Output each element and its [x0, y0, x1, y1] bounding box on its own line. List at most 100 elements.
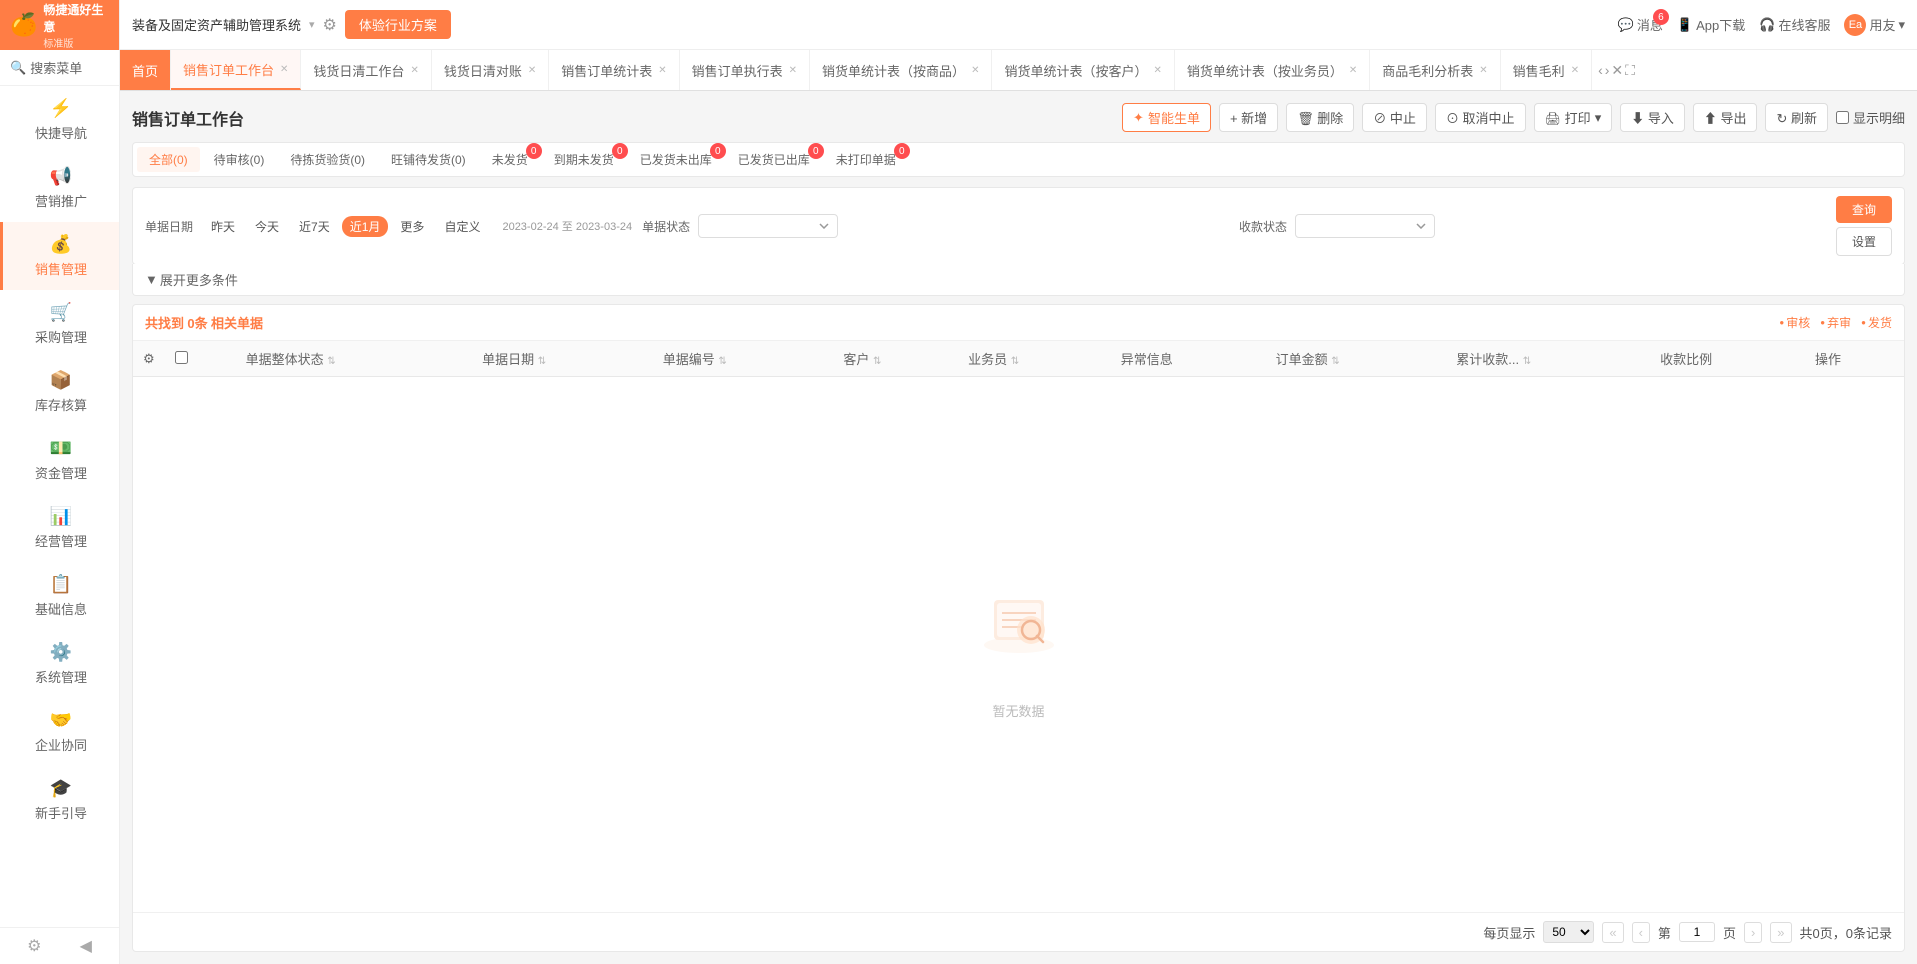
prev-page-button[interactable]: ‹: [1632, 922, 1650, 943]
cancel-review-action-link[interactable]: 弃审: [1820, 314, 1851, 331]
th-settings[interactable]: ⚙: [133, 341, 165, 377]
filter-tab-shipped-out[interactable]: 已发货已出库 0: [726, 147, 822, 172]
th-date[interactable]: 单据日期 ⇅: [472, 341, 653, 377]
refresh-button[interactable]: ↻ 刷新: [1765, 103, 1828, 132]
tab-cash-daily-close[interactable]: ✕: [410, 65, 418, 76]
tab-sales-profit-close[interactable]: ✕: [1571, 65, 1579, 76]
tab-prev-button[interactable]: ‹: [1598, 62, 1603, 78]
filter-tab-pending-inspect[interactable]: 待拣货验货(0): [278, 147, 377, 172]
tab-cash-reconcile[interactable]: 钱货日清对账 ✕: [432, 50, 549, 90]
search-menu[interactable]: 🔍 搜索菜单: [0, 50, 119, 86]
tab-stat-customer[interactable]: 销货单统计表（按客户） ✕: [992, 50, 1174, 90]
tab-sales-exec-close[interactable]: ✕: [789, 65, 797, 76]
tab-next-button[interactable]: ›: [1605, 62, 1610, 78]
collapse-icon[interactable]: ◀: [80, 936, 92, 956]
filter-tab-wangpu[interactable]: 旺铺待发货(0): [379, 147, 478, 172]
sidebar-item-purchase[interactable]: 🛒 采购管理: [0, 290, 119, 358]
th-customer[interactable]: 客户 ⇅: [833, 341, 958, 377]
per-page-select[interactable]: 10 20 50 100: [1543, 921, 1594, 943]
filter-tab-expired[interactable]: 到期未发货 0: [542, 147, 626, 172]
message-action[interactable]: 💬 消息 6: [1618, 15, 1663, 34]
first-page-button[interactable]: «: [1602, 922, 1623, 943]
topbar-gear[interactable]: ⚙: [323, 15, 337, 35]
tab-stat-staff[interactable]: 销货单统计表（按业务员） ✕: [1175, 50, 1370, 90]
sidebar-item-guide[interactable]: 🎓 新手引导: [0, 766, 119, 834]
cancel-stop-button[interactable]: ⊙ 取消中止: [1435, 103, 1526, 132]
tab-stat-staff-close[interactable]: ✕: [1349, 65, 1357, 76]
th-abnormal[interactable]: 异常信息: [1111, 341, 1266, 377]
filter-tab-pending-review[interactable]: 待审核(0): [202, 147, 277, 172]
tab-sales-order-close[interactable]: ✕: [280, 64, 288, 75]
th-staff[interactable]: 业务员 ⇅: [958, 341, 1111, 377]
select-all-checkbox[interactable]: [175, 351, 188, 364]
sidebar-item-inventory[interactable]: 📦 库存核算: [0, 358, 119, 426]
th-ratio[interactable]: 收款比例: [1650, 341, 1805, 377]
table-header-actions: 审核 弃审 发货: [1779, 314, 1892, 331]
th-number[interactable]: 单据编号 ⇅: [653, 341, 834, 377]
settings-icon[interactable]: ⚙: [27, 936, 41, 956]
tab-sales-stat-close[interactable]: ✕: [658, 65, 666, 76]
tab-margin-close[interactable]: ✕: [1479, 65, 1487, 76]
filter-tab-shipped-not-out[interactable]: 已发货未出库 0: [628, 147, 724, 172]
sidebar-item-company[interactable]: 🤝 企业协同: [0, 698, 119, 766]
sidebar-item-finance[interactable]: 💵 资金管理: [0, 426, 119, 494]
th-collected[interactable]: 累计收款... ⇅: [1446, 341, 1650, 377]
delete-button[interactable]: 🗑 删除: [1286, 103, 1354, 132]
date-btn-more[interactable]: 更多: [392, 216, 432, 237]
date-btn-1month[interactable]: 近1月: [342, 216, 389, 237]
tab-sales-stat[interactable]: 销售订单统计表 ✕: [549, 50, 679, 90]
tab-fullscreen-button[interactable]: ⛶: [1625, 62, 1635, 79]
th-checkbox[interactable]: [165, 341, 236, 377]
sidebar-item-quick-nav[interactable]: ⚡ 快捷导航: [0, 86, 119, 154]
print-button[interactable]: 🖨 打印 ▾: [1534, 103, 1613, 132]
date-btn-custom[interactable]: 自定义: [436, 216, 488, 237]
tab-sales-order[interactable]: 销售订单工作台 ✕: [171, 50, 301, 90]
filter-tab-all[interactable]: 全部(0): [137, 147, 200, 172]
date-btn-yesterday[interactable]: 昨天: [203, 216, 243, 237]
last-page-button[interactable]: »: [1770, 922, 1791, 943]
solution-button[interactable]: 体验行业方案: [345, 10, 451, 39]
tab-stat-product-close[interactable]: ✕: [971, 65, 979, 76]
filter-tab-unprinted[interactable]: 未打印单据 0: [824, 147, 908, 172]
detail-checkbox-label[interactable]: 显示明细: [1836, 108, 1905, 127]
sidebar-item-basic[interactable]: 📋 基础信息: [0, 562, 119, 630]
page-input[interactable]: [1679, 922, 1715, 942]
th-status[interactable]: 单据整体状态 ⇅: [236, 341, 473, 377]
date-btn-7days[interactable]: 近7天: [291, 216, 338, 237]
sidebar-item-label: 营销推广: [35, 191, 87, 210]
detail-checkbox[interactable]: [1836, 111, 1849, 124]
tab-margin[interactable]: 商品毛利分析表 ✕: [1370, 50, 1500, 90]
sidebar-item-marketing[interactable]: 📢 营销推广: [0, 154, 119, 222]
tab-sales-profit[interactable]: 销售毛利 ✕: [1501, 50, 1592, 90]
filter-tab-unshipped[interactable]: 未发货 0: [480, 147, 540, 172]
payment-select[interactable]: [1295, 214, 1435, 238]
tab-stat-product[interactable]: 销货单统计表（按商品） ✕: [810, 50, 992, 90]
export-button[interactable]: ⬆ 导出: [1693, 103, 1758, 132]
app-download-action[interactable]: 📱 App下载: [1677, 15, 1745, 34]
topbar-dropdown-arrow[interactable]: ▾: [309, 18, 315, 31]
expand-button[interactable]: ▼ 展开更多条件: [145, 270, 1892, 289]
sidebar-item-sales[interactable]: 💰 销售管理: [0, 222, 119, 290]
status-select[interactable]: [698, 214, 838, 238]
user-action[interactable]: Ea 用友 ▾: [1844, 14, 1905, 36]
tab-cash-daily[interactable]: 钱货日清工作台 ✕: [301, 50, 431, 90]
tab-sales-exec[interactable]: 销售订单执行表 ✕: [680, 50, 810, 90]
review-action-link[interactable]: 审核: [1779, 314, 1810, 331]
date-btn-today[interactable]: 今天: [247, 216, 287, 237]
ai-generate-button[interactable]: ✦ 智能生单: [1122, 103, 1211, 132]
online-service-action[interactable]: 🎧 在线客服: [1759, 15, 1830, 34]
stop-button[interactable]: ⊘ 中止: [1362, 103, 1427, 132]
sidebar-item-operation[interactable]: 📊 经营管理: [0, 494, 119, 562]
next-page-button[interactable]: ›: [1744, 922, 1762, 943]
tab-home[interactable]: 首页: [120, 50, 171, 90]
tab-close-all-button[interactable]: ✕: [1611, 62, 1623, 79]
th-amount[interactable]: 订单金额 ⇅: [1266, 341, 1447, 377]
query-button[interactable]: 查询: [1836, 196, 1892, 223]
import-button[interactable]: ⬇ 导入: [1620, 103, 1685, 132]
deliver-action-link[interactable]: 发货: [1861, 314, 1892, 331]
set-button[interactable]: 设置: [1836, 227, 1892, 256]
sidebar-item-system[interactable]: ⚙️ 系统管理: [0, 630, 119, 698]
add-button[interactable]: + 新增: [1219, 103, 1278, 132]
tab-stat-customer-close[interactable]: ✕: [1153, 65, 1161, 76]
tab-cash-reconcile-close[interactable]: ✕: [528, 65, 536, 76]
